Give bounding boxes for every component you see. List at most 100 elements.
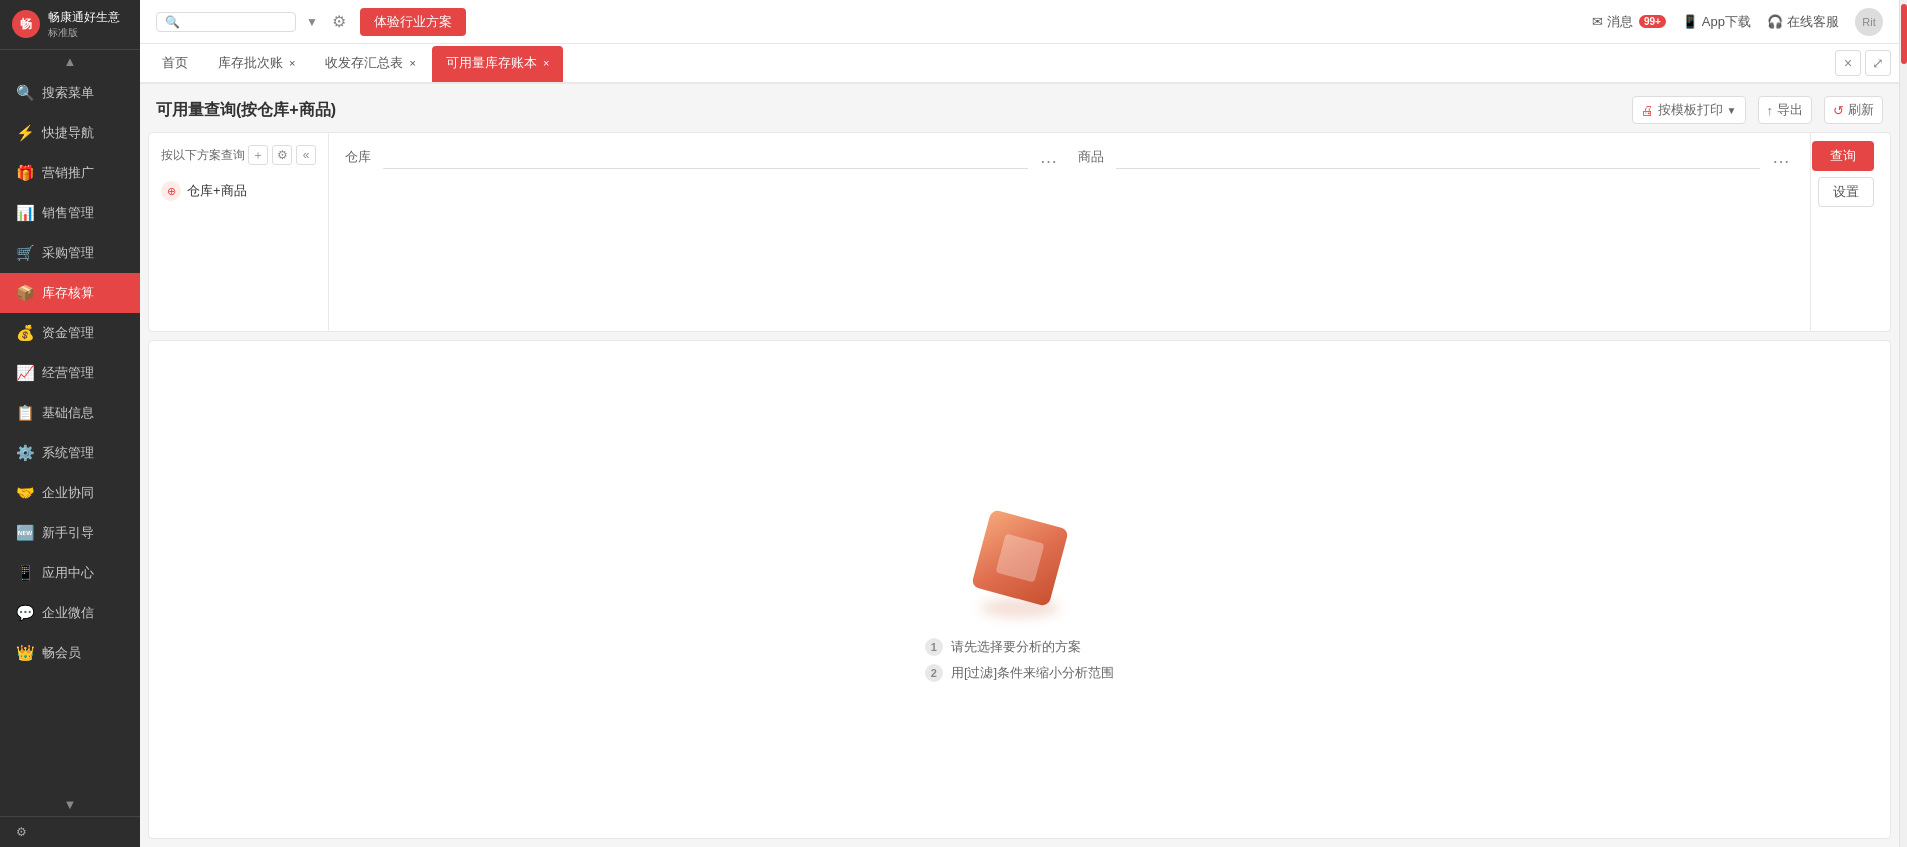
tab-close-icon[interactable]: × <box>409 57 415 69</box>
export-label: 导出 <box>1777 101 1803 119</box>
sidebar-item-label: 新手引导 <box>42 524 94 542</box>
scheme-item-label: 仓库+商品 <box>187 182 247 200</box>
sidebar-item-marketing[interactable]: 🎁 营销推广 <box>0 153 140 193</box>
tab-batch-account-label: 库存批次账 <box>218 54 283 72</box>
filter-scheme-panel: 按以下方案查询 ＋ ⚙ « ⊕ 仓库+商品 <box>149 133 329 331</box>
collapse-panel-btn[interactable]: « <box>296 145 316 165</box>
print-icon: 🖨 <box>1641 103 1654 118</box>
tab-available-qty[interactable]: 可用量库存账本 × <box>432 46 563 82</box>
scroll-up-btn[interactable]: ▲ <box>0 50 140 73</box>
page-actions: 🖨 按模板打印 ▼ ↑ 导出 ↺ 刷新 <box>1632 96 1883 124</box>
system-icon: ⚙️ <box>16 444 34 462</box>
sidebar-bottom[interactable]: ⚙ <box>0 816 140 847</box>
scheme-label: 按以下方案查询 <box>161 147 245 164</box>
add-scheme-btn[interactable]: ＋ <box>248 145 268 165</box>
app-center-icon: 📱 <box>16 564 34 582</box>
filter-row-1: 仓库 … 商品 … <box>345 145 1794 169</box>
sidebar-item-guide[interactable]: 🆕 新手引导 <box>0 513 140 553</box>
query-actions: 查询 设置 <box>1810 133 1890 331</box>
sidebar-item-finance[interactable]: 💰 资金管理 <box>0 313 140 353</box>
sidebar-item-label: 企业协同 <box>42 484 94 502</box>
message-btn[interactable]: ✉ 消息 99+ <box>1592 13 1666 31</box>
sidebar-item-inventory[interactable]: 📦 库存核算 <box>0 273 140 313</box>
warehouse-input[interactable] <box>383 145 1028 169</box>
scheme-actions: ＋ ⚙ « <box>248 145 316 165</box>
sidebar-item-app-center[interactable]: 📱 应用中心 <box>0 553 140 593</box>
settings-btn[interactable]: 设置 <box>1818 177 1874 207</box>
query-btn[interactable]: 查询 <box>1812 141 1874 171</box>
search-icon: 🔍 <box>16 84 34 102</box>
sidebar-item-label: 销售管理 <box>42 204 94 222</box>
empty-illustration <box>960 498 1080 618</box>
warehouse-more-btn[interactable]: … <box>1036 147 1062 168</box>
main-content: 🔍 ▼ ⚙ 体验行业方案 ✉ 消息 99+ 📱 App下载 🎧 在线客服 Ri <box>140 0 1899 847</box>
enterprise-icon: 🤝 <box>16 484 34 502</box>
sidebar-item-label: 系统管理 <box>42 444 94 462</box>
search-input[interactable] <box>184 15 287 29</box>
sidebar-item-purchase[interactable]: 🛒 采购管理 <box>0 233 140 273</box>
sidebar-item-search[interactable]: 🔍 搜索菜单 <box>0 73 140 113</box>
scroll-down-btn[interactable]: ▼ <box>0 793 140 816</box>
sidebar-item-system[interactable]: ⚙️ 系统管理 <box>0 433 140 473</box>
phone-icon: 📱 <box>1682 14 1698 29</box>
sidebar-item-label: 快捷导航 <box>42 124 94 142</box>
sidebar-item-label: 企业微信 <box>42 604 94 622</box>
settings-gear-icon[interactable]: ⚙ <box>328 8 350 35</box>
goods-input[interactable] <box>1116 145 1761 169</box>
sidebar-item-sales[interactable]: 📊 销售管理 <box>0 193 140 233</box>
tab-close-icon[interactable]: × <box>543 57 549 69</box>
tab-summary-label: 收发存汇总表 <box>325 54 403 72</box>
tip-num-2: 2 <box>925 664 943 682</box>
user-menu[interactable]: Rit <box>1855 8 1883 36</box>
industry-btn[interactable]: 体验行业方案 <box>360 8 466 36</box>
print-btn[interactable]: 🖨 按模板打印 ▼ <box>1632 96 1746 124</box>
dropdown-icon[interactable]: ▼ <box>306 15 318 29</box>
operation-icon: 📈 <box>16 364 34 382</box>
tab-batch-account[interactable]: 库存批次账 × <box>204 46 309 82</box>
sidebar-item-label: 经营管理 <box>42 364 94 382</box>
headset-icon: 🎧 <box>1767 14 1783 29</box>
app-name-sub: 标准版 <box>48 26 120 39</box>
right-scrollbar[interactable] <box>1899 0 1907 847</box>
empty-tip-2: 2 用[过滤]条件来缩小分析范围 <box>925 664 1114 682</box>
filter-fields-panel: 仓库 … 商品 … <box>329 133 1810 331</box>
wechat-icon: 💬 <box>16 604 34 622</box>
maximize-tab-btn[interactable]: ⤢ <box>1865 50 1891 76</box>
filter-goods-field: 商品 … <box>1078 145 1795 169</box>
tip-text-2: 用[过滤]条件来缩小分析范围 <box>951 664 1114 682</box>
tab-home-label: 首页 <box>162 54 188 72</box>
close-tab-btn[interactable]: × <box>1835 50 1861 76</box>
refresh-btn[interactable]: ↺ 刷新 <box>1824 96 1883 124</box>
goods-more-btn[interactable]: … <box>1768 147 1794 168</box>
filter-area: 按以下方案查询 ＋ ⚙ « ⊕ 仓库+商品 仓库 <box>148 132 1891 332</box>
online-service-btn[interactable]: 🎧 在线客服 <box>1767 13 1839 31</box>
message-badge: 99+ <box>1639 15 1666 28</box>
sidebar-item-enterprise[interactable]: 🤝 企业协同 <box>0 473 140 513</box>
tip-text-1: 请先选择要分析的方案 <box>951 638 1081 656</box>
topbar-search-box[interactable]: 🔍 <box>156 12 296 32</box>
sidebar-item-member[interactable]: 👑 畅会员 <box>0 633 140 673</box>
export-btn[interactable]: ↑ 导出 <box>1758 96 1813 124</box>
sidebar-item-wechat[interactable]: 💬 企业微信 <box>0 593 140 633</box>
sidebar-item-quick-nav[interactable]: ⚡ 快捷导航 <box>0 113 140 153</box>
sidebar-item-label: 资金管理 <box>42 324 94 342</box>
app-logo: 畅 <box>12 10 40 38</box>
finance-icon: 💰 <box>16 324 34 342</box>
empty-tip-1: 1 请先选择要分析的方案 <box>925 638 1114 656</box>
sidebar-item-basic[interactable]: 📋 基础信息 <box>0 393 140 433</box>
empty-box <box>971 509 1069 607</box>
manage-scheme-btn[interactable]: ⚙ <box>272 145 292 165</box>
topbar-actions: ✉ 消息 99+ 📱 App下载 🎧 在线客服 Rit <box>1592 8 1883 36</box>
scheme-item-warehouse-goods[interactable]: ⊕ 仓库+商品 <box>149 173 328 209</box>
sidebar-item-label: 基础信息 <box>42 404 94 422</box>
tab-home[interactable]: 首页 <box>148 46 202 82</box>
sidebar-item-label: 采购管理 <box>42 244 94 262</box>
marketing-icon: 🎁 <box>16 164 34 182</box>
app-download-btn[interactable]: 📱 App下载 <box>1682 13 1751 31</box>
print-dropdown-icon[interactable]: ▼ <box>1727 105 1737 116</box>
sidebar-item-operation[interactable]: 📈 经营管理 <box>0 353 140 393</box>
sidebar-item-label: 应用中心 <box>42 564 94 582</box>
tab-close-icon[interactable]: × <box>289 57 295 69</box>
online-service-label: 在线客服 <box>1787 13 1839 31</box>
tab-summary[interactable]: 收发存汇总表 × <box>311 46 429 82</box>
